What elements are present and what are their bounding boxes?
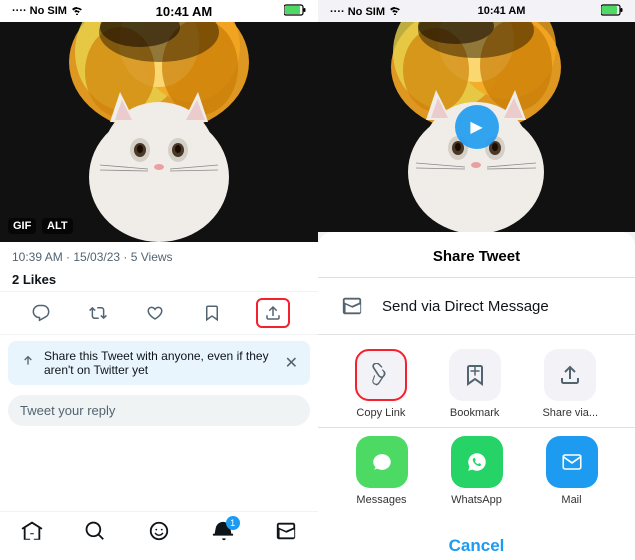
share-banner-icon: [20, 354, 36, 373]
reply-button[interactable]: [28, 300, 54, 326]
messages-label: Messages: [356, 494, 406, 506]
gif-badge: GIF: [8, 218, 36, 234]
mail-item[interactable]: Mail: [546, 436, 598, 506]
whatsapp-circle: [451, 436, 503, 488]
right-wifi-icon: [388, 6, 402, 18]
bell-nav-icon[interactable]: 1: [212, 520, 234, 548]
right-no-sim-label: No SIM: [348, 6, 385, 18]
copy-link-label: Copy Link: [356, 407, 405, 419]
messages-item[interactable]: Messages: [356, 436, 408, 506]
left-panel: ···· No SIM 10:41 AM: [0, 0, 318, 560]
play-button[interactable]: ▶: [455, 105, 499, 149]
bookmark-label: Bookmark: [450, 407, 500, 419]
close-icon[interactable]: ✕: [285, 353, 298, 373]
right-panel: ···· No SIM 10:41 AM: [318, 0, 635, 560]
notification-badge: 1: [226, 516, 240, 530]
cancel-button[interactable]: Cancel: [330, 522, 623, 560]
tweet-image: GIF ALT: [0, 22, 318, 242]
bookmark-circle: [449, 349, 501, 401]
copy-link-circle: [355, 349, 407, 401]
no-sim-label: No SIM: [30, 5, 67, 17]
whatsapp-item[interactable]: WhatsApp: [451, 436, 503, 506]
share-button[interactable]: [256, 298, 290, 328]
tweet-preview: ▶: [318, 22, 635, 232]
left-time: 10:41 AM: [156, 4, 213, 19]
share-via-label: Share via...: [542, 407, 598, 419]
bookmark-item[interactable]: Bookmark: [449, 349, 501, 419]
share-via-item[interactable]: Share via...: [542, 349, 598, 419]
bottom-nav: 1: [0, 511, 318, 560]
like-button[interactable]: [142, 300, 168, 326]
signal-dots: ····: [12, 5, 27, 17]
tweet-actions: [0, 291, 318, 335]
bookmark-button[interactable]: [199, 300, 225, 326]
right-battery: [601, 4, 623, 19]
home-nav-icon[interactable]: [21, 520, 43, 548]
right-time: 10:41 AM: [478, 5, 526, 17]
tweet-meta: 10:39 AM · 15/03/23 · 5 Views: [0, 242, 318, 268]
tweet-likes: 2 Likes: [0, 268, 318, 291]
copy-link-item[interactable]: Copy Link: [355, 349, 407, 419]
left-battery: [284, 4, 306, 19]
messages-circle: [356, 436, 408, 488]
left-signal: ···· No SIM: [12, 5, 84, 18]
share-sheet: Share Tweet Send via Direct Message Copy…: [318, 232, 635, 560]
share-banner-text: Share this Tweet with anyone, even if th…: [44, 349, 277, 377]
share-icons-row-1: Copy Link Bookmark Share via...: [318, 335, 635, 428]
share-icons-row-2: Messages WhatsApp Mail: [318, 428, 635, 514]
mail-nav-icon[interactable]: [275, 520, 297, 548]
battery-icon: [284, 4, 306, 19]
mail-label: Mail: [561, 494, 581, 506]
emoji-nav-icon[interactable]: [148, 520, 170, 548]
right-signal-dots: ····: [330, 6, 345, 18]
alt-badge: ALT: [42, 218, 73, 234]
right-signal: ···· No SIM: [330, 5, 402, 18]
whatsapp-label: WhatsApp: [451, 494, 502, 506]
direct-message-option[interactable]: Send via Direct Message: [318, 278, 635, 335]
wifi-icon: [70, 5, 84, 18]
mail-circle: [546, 436, 598, 488]
direct-message-label: Send via Direct Message: [382, 298, 549, 315]
share-banner: Share this Tweet with anyone, even if th…: [8, 341, 310, 385]
share-title: Share Tweet: [318, 232, 635, 278]
search-nav-icon[interactable]: [84, 520, 106, 548]
left-status-bar: ···· No SIM 10:41 AM: [0, 0, 318, 22]
right-status-bar: ···· No SIM 10:41 AM: [318, 0, 635, 22]
reply-input[interactable]: Tweet your reply: [8, 395, 310, 426]
share-via-circle: [544, 349, 596, 401]
retweet-button[interactable]: [85, 300, 111, 326]
mail-icon: [338, 292, 366, 320]
